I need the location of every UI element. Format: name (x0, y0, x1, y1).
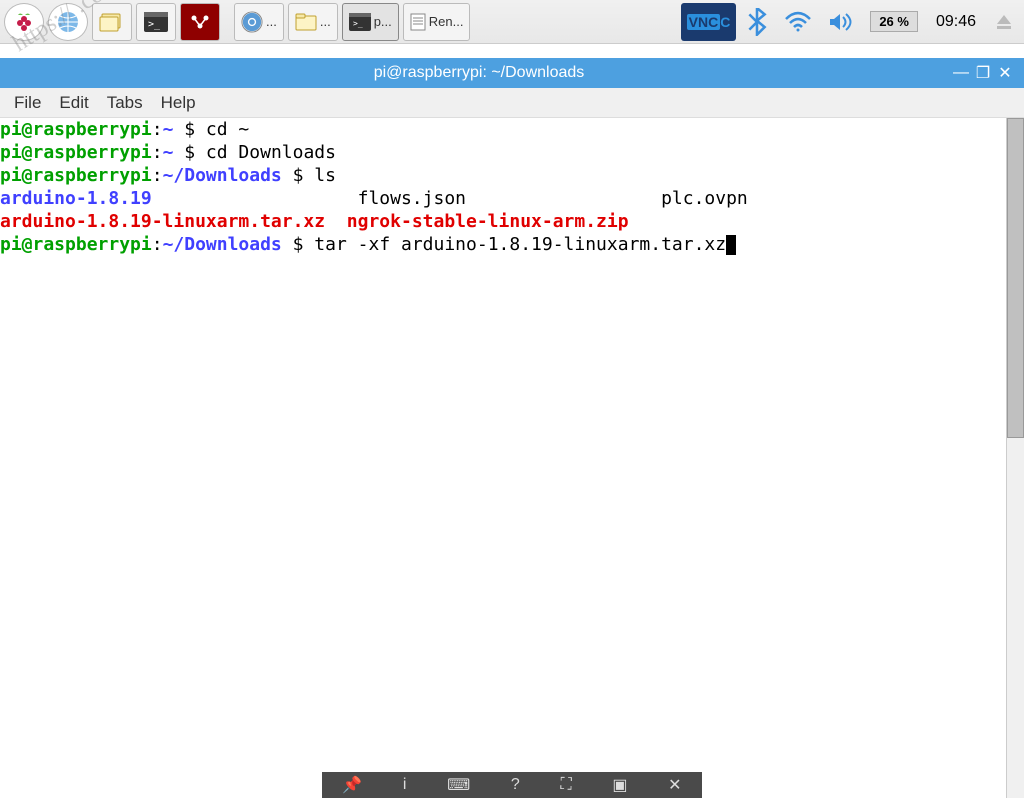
cursor (726, 235, 736, 255)
wifi-icon[interactable] (778, 3, 818, 41)
task-label: ... (320, 14, 331, 29)
vnc-help-icon[interactable]: ? (503, 776, 528, 794)
terminal-window: pi@raspberrypi: ~/Downloads — ❐ ✕ File E… (0, 58, 1024, 798)
task-label: Ren... (429, 14, 464, 29)
minimize-button[interactable]: — (950, 64, 972, 82)
svg-text:>_: >_ (148, 19, 161, 30)
ls-archive: ngrok-stable-linux-arm.zip (347, 211, 629, 232)
scrollbar[interactable] (1006, 118, 1024, 798)
ls-dir: arduino-1.8.19 (0, 188, 152, 209)
vnc-tray-icon[interactable]: VNCC (681, 3, 737, 41)
vnc-fullscreen-icon[interactable]: ⛶ (553, 776, 580, 794)
ls-file: plc.ovpn (661, 188, 748, 209)
cpu-percent: 26 % (870, 11, 918, 32)
vnc-screenshot-icon[interactable]: ▣ (604, 775, 635, 795)
menu-edit[interactable]: Edit (51, 90, 96, 116)
vnc-close-icon[interactable]: ✕ (660, 775, 689, 795)
eject-icon[interactable] (988, 3, 1020, 41)
raspberry-menu-icon[interactable] (4, 3, 44, 41)
volume-icon[interactable] (822, 3, 860, 41)
vnc-toolbar: 📌 i ⌨ ? ⛶ ▣ ✕ (322, 772, 702, 798)
vnc-pin-icon[interactable]: 📌 (334, 775, 370, 795)
terminal-area[interactable]: pi@raspberrypi:~ $ cd ~ pi@raspberrypi:~… (0, 118, 1024, 798)
bluetooth-icon[interactable] (740, 3, 774, 41)
ls-file: flows.json (358, 188, 466, 209)
task-label: p... (374, 14, 392, 29)
vnc-info-icon[interactable]: i (395, 776, 415, 794)
folder-icon (295, 13, 317, 31)
ls-archive: arduino-1.8.19-linuxarm.tar.xz (0, 211, 325, 232)
rename-task[interactable]: Ren... (403, 3, 471, 41)
menu-file[interactable]: File (6, 90, 49, 116)
nodered-icon[interactable] (180, 3, 220, 41)
scroll-thumb[interactable] (1007, 118, 1024, 438)
terminal-task[interactable]: >_ p... (342, 3, 399, 41)
window-title: pi@raspberrypi: ~/Downloads (8, 64, 950, 82)
menubar: File Edit Tabs Help (0, 88, 1024, 118)
chromium-task[interactable]: ... (234, 3, 284, 41)
taskbar: >_ ... ... >_ p... Ren... VNCC 26 % (0, 0, 1024, 44)
menu-tabs[interactable]: Tabs (99, 90, 151, 116)
clock[interactable]: 09:46 (928, 13, 984, 31)
filemanager-task[interactable]: ... (288, 3, 338, 41)
chromium-icon (241, 11, 263, 33)
document-icon (410, 13, 426, 31)
terminal-content: pi@raspberrypi:~ $ cd ~ pi@raspberrypi:~… (0, 118, 1024, 256)
titlebar[interactable]: pi@raspberrypi: ~/Downloads — ❐ ✕ (0, 58, 1024, 88)
task-label: ... (266, 14, 277, 29)
maximize-button[interactable]: ❐ (972, 63, 994, 83)
current-command: tar -xf arduino-1.8.19-linuxarm.tar.xz (314, 234, 726, 255)
close-button[interactable]: ✕ (994, 63, 1016, 83)
file-manager-icon[interactable] (92, 3, 132, 41)
menu-help[interactable]: Help (153, 90, 204, 116)
terminal-icon: >_ (349, 13, 371, 31)
cpu-usage[interactable]: 26 % (864, 3, 924, 41)
vnc-label: VNC (687, 14, 721, 30)
terminal-launcher-icon[interactable]: >_ (136, 3, 176, 41)
web-browser-icon[interactable] (48, 3, 88, 41)
svg-text:>_: >_ (353, 19, 363, 28)
vnc-keyboard-icon[interactable]: ⌨ (439, 775, 478, 795)
